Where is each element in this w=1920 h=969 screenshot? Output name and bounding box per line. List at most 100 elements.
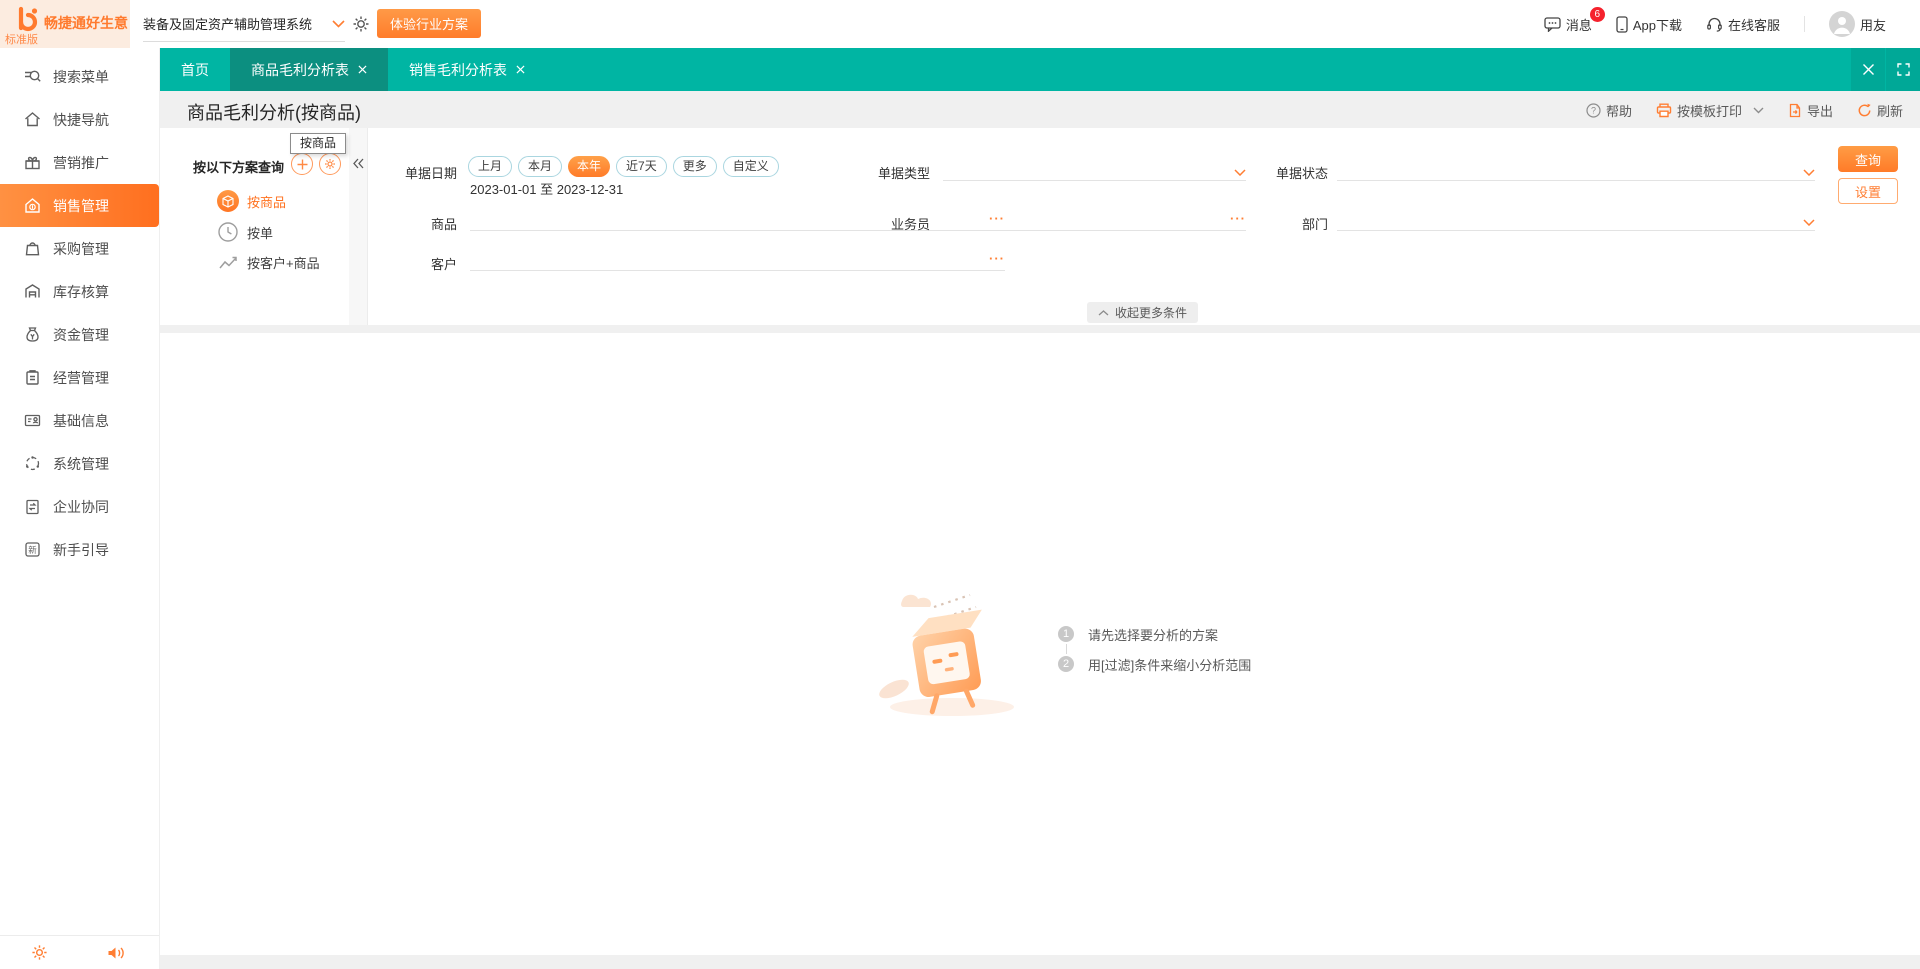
sidebar-item-purchase[interactable]: 采购管理 [0, 227, 159, 270]
scheme-settings-button[interactable] [319, 153, 341, 175]
sidebar-item-label: 营销推广 [53, 154, 109, 171]
brand-logo: 畅捷通好生意 标准版 [0, 0, 130, 48]
query-button[interactable]: 查询 [1838, 146, 1898, 172]
sidebar-item-base-info[interactable]: 基础信息 [0, 399, 159, 442]
sidebar-item-label: 库存核算 [53, 283, 109, 300]
pill-this-year[interactable]: 本年 [568, 156, 611, 177]
pill-last-7-days[interactable]: 近7天 [616, 156, 667, 177]
refresh-button[interactable]: 刷新 [1857, 101, 1903, 120]
tab-product-profit[interactable]: 商品毛利分析表 [230, 48, 388, 91]
collapse-more-conditions[interactable]: 收起更多条件 [1087, 302, 1199, 323]
phone-icon [1616, 15, 1628, 33]
customer-picker-ellipsis-icon[interactable]: ··· [989, 251, 1005, 266]
messages-button[interactable]: 消息 6 [1544, 6, 1605, 34]
scheme-item-by-product[interactable]: 按商品 [217, 190, 286, 212]
scheme-tooltip: 按商品 [290, 133, 347, 154]
empty-state-steps: 1 请先选择要分析的方案 2 用[过滤]条件来缩小分析范围 [1058, 624, 1251, 674]
fullscreen-icon[interactable] [1886, 48, 1920, 91]
customer-filter-input[interactable]: ··· [470, 247, 1005, 271]
sidebar-menu: 搜索菜单 快捷导航 营销推广 销售管理 采购管理 库存核算 资金管理 经营管理 … [0, 48, 159, 571]
chevron-up-icon [1098, 309, 1109, 316]
sidebar-item-label: 企业协同 [53, 498, 109, 515]
pill-more[interactable]: 更多 [672, 156, 717, 177]
top-header: 畅捷通好生意 标准版 装备及固定资产辅助管理系统 体验行业方案 消息 6 App… [0, 0, 1920, 48]
tab-close-icon[interactable] [516, 65, 525, 74]
gear-icon[interactable] [352, 15, 370, 33]
scheme-item-label: 按客户+商品 [247, 255, 320, 271]
result-area: 1 请先选择要分析的方案 2 用[过滤]条件来缩小分析范围 [160, 333, 1920, 955]
sidebar-item-label: 搜索菜单 [53, 68, 109, 85]
sidebar-item-label: 资金管理 [53, 326, 109, 343]
tab-close-icon[interactable] [358, 65, 367, 74]
sidebar-item-funds[interactable]: 资金管理 [0, 313, 159, 356]
chevron-down-icon [1803, 219, 1815, 226]
tab-sales-profit[interactable]: 销售毛利分析表 [388, 48, 546, 91]
scheme-item-by-order[interactable]: 按单 [217, 221, 273, 243]
clock-icon [217, 221, 239, 243]
settings-button[interactable]: 设置 [1838, 178, 1898, 204]
dashed-circle-icon [23, 454, 42, 473]
doc-status-select[interactable] [1337, 159, 1815, 181]
print-template-button[interactable]: 按模板打印 [1656, 101, 1764, 120]
svg-text:?: ? [1591, 106, 1596, 116]
audio-speaker-icon[interactable] [107, 945, 125, 961]
printer-icon [1656, 103, 1672, 118]
date-range-value[interactable]: 2023-01-01 至 2023-12-31 [470, 179, 623, 198]
settings-gear-icon[interactable] [31, 944, 48, 961]
close-all-tabs-icon[interactable] [1851, 48, 1885, 91]
empty-box-illustration [879, 593, 1014, 716]
tab-home[interactable]: 首页 [160, 48, 230, 91]
sidebar-item-quick-nav[interactable]: 快捷导航 [0, 98, 159, 141]
export-button[interactable]: 导出 [1788, 101, 1833, 120]
add-scheme-button[interactable] [291, 153, 313, 175]
sidebar-item-system[interactable]: 系统管理 [0, 442, 159, 485]
sidebar-item-newbie-guide[interactable]: 新 新手引导 [0, 528, 159, 571]
doc-status-filter-label: 单据状态 [1275, 166, 1328, 181]
sidebar-item-collaboration[interactable]: 企业协同 [0, 485, 159, 528]
doc-type-select[interactable] [943, 159, 1246, 181]
help-label: 帮助 [1605, 104, 1632, 119]
filter-card: 按商品 按以下方案查询 按商品 按单 按客户+商品 单据日期 上月 本月 本年 … [160, 128, 1920, 325]
sidebar-item-label: 经营管理 [53, 369, 109, 386]
product-filter-label: 商品 [430, 217, 457, 232]
pill-this-month[interactable]: 本月 [518, 156, 563, 177]
salesman-filter-input[interactable]: ··· [943, 207, 1246, 231]
pill-custom[interactable]: 自定义 [722, 156, 779, 177]
app-download-button[interactable]: App下载 [1616, 15, 1682, 34]
refresh-icon [1857, 103, 1872, 118]
trial-solution-button[interactable]: 体验行业方案 [377, 9, 482, 38]
sidebar: 搜索菜单 快捷导航 营销推广 销售管理 采购管理 库存核算 资金管理 经营管理 … [0, 48, 160, 969]
salesman-filter-label: 业务员 [890, 217, 930, 232]
tab-label: 商品毛利分析表 [251, 61, 349, 78]
scheme-collapse-handle[interactable] [349, 128, 368, 325]
scheme-item-label: 按单 [247, 225, 274, 241]
tab-label: 销售毛利分析表 [409, 61, 507, 78]
messages-badge: 6 [1589, 6, 1605, 22]
pill-last-month[interactable]: 上月 [468, 156, 513, 177]
sidebar-item-inventory[interactable]: 库存核算 [0, 270, 159, 313]
export-icon [1788, 103, 1802, 118]
app-download-label: App下载 [1632, 17, 1682, 33]
user-menu[interactable]: 用友 [1828, 11, 1886, 37]
warehouse-icon [23, 282, 42, 301]
gift-icon [23, 153, 42, 172]
id-card-icon [23, 411, 42, 430]
dept-select[interactable] [1337, 207, 1815, 231]
sidebar-item-marketing[interactable]: 营销推广 [0, 141, 159, 184]
salesman-picker-ellipsis-icon[interactable]: ··· [1230, 211, 1246, 226]
scheme-item-by-customer-product[interactable]: 按客户+商品 [217, 251, 320, 273]
dept-filter-label: 部门 [1301, 217, 1328, 232]
date-range-pills: 上月 本月 本年 近7天 更多 自定义 [468, 156, 779, 177]
chevrons-left-icon [352, 158, 364, 169]
online-service-button[interactable]: 在线客服 [1706, 15, 1780, 34]
tab-bar: 首页 商品毛利分析表 销售毛利分析表 [160, 48, 1920, 91]
sidebar-item-operation[interactable]: 经营管理 [0, 356, 159, 399]
help-icon: ? [1586, 103, 1601, 118]
clipboard-icon [23, 368, 42, 387]
chevron-down-icon [1753, 107, 1764, 114]
system-dropdown[interactable]: 装备及固定资产辅助管理系统 [143, 6, 345, 42]
sidebar-item-sales[interactable]: 销售管理 [0, 184, 159, 227]
scheme-item-label: 按商品 [247, 194, 287, 210]
help-button[interactable]: ? 帮助 [1586, 101, 1632, 120]
sidebar-item-search-menu[interactable]: 搜索菜单 [0, 55, 159, 98]
